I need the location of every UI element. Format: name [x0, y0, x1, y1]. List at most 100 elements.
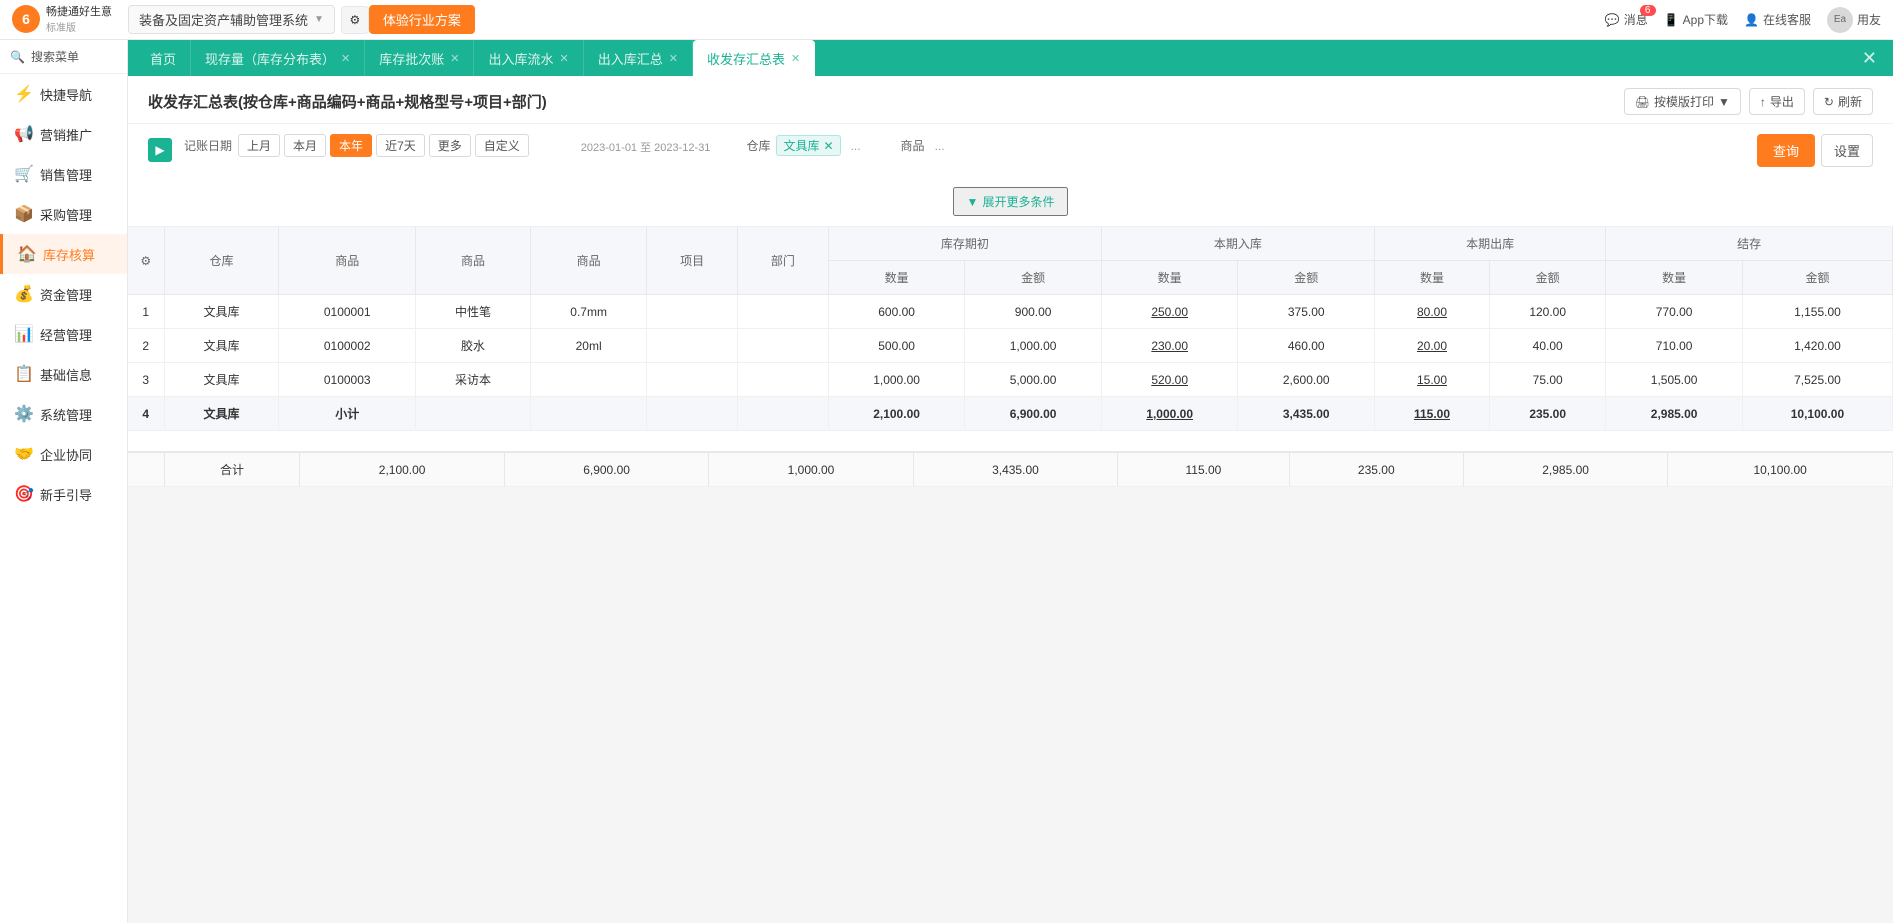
row-spec: 20ml: [530, 329, 646, 363]
sidebar-item-label: 快捷导航: [40, 85, 92, 104]
total-bal-qty: 2,985.00: [1463, 453, 1667, 487]
row-warehouse: 文具库: [164, 329, 279, 363]
top-bar: 6 畅捷通好生意 标准版 装备及固定资产辅助管理系统 ▼ ⚙ 体验行业方案 💬 …: [0, 0, 1893, 40]
print-button[interactable]: 🖨 按模版打印 ▼: [1624, 88, 1741, 115]
app-download-button[interactable]: 📱 App下载: [1664, 11, 1728, 28]
tab-flow[interactable]: 出入库流水 ✕: [474, 40, 583, 76]
tab-close-icon[interactable]: ✕: [669, 52, 678, 65]
tab-close-icon[interactable]: ✕: [560, 52, 569, 65]
avatar: Ea: [1827, 7, 1853, 33]
sidebar-item-xiaoshou[interactable]: 🛒 销售管理: [0, 154, 127, 194]
search-menu-item[interactable]: 🔍 搜索菜单: [0, 40, 127, 74]
row-out-qty[interactable]: 15.00: [1374, 363, 1489, 397]
date-btn-more[interactable]: 更多: [429, 134, 471, 157]
goods-label: 商品: [901, 137, 925, 154]
row-code: 0100003: [279, 363, 416, 397]
filter-toggle-button[interactable]: ▶: [148, 138, 172, 162]
trial-button[interactable]: 体验行业方案: [369, 5, 475, 34]
sidebar-item-xinshou[interactable]: 🎯 新手引导: [0, 474, 127, 514]
row-no: 2: [128, 329, 164, 363]
subtotal-out-amt: 235.00: [1490, 397, 1606, 431]
sidebar-item-label: 系统管理: [40, 405, 92, 424]
sidebar-item-label: 企业协同: [40, 445, 92, 464]
export-button[interactable]: ↑ 导出: [1749, 88, 1805, 115]
query-button[interactable]: 查询: [1757, 134, 1815, 167]
user-profile[interactable]: Ea 用友: [1827, 7, 1881, 33]
expand-conditions-button[interactable]: ▼ 展开更多条件: [953, 187, 1069, 216]
nav-icon: ⚡: [14, 84, 32, 104]
tab-close-icon[interactable]: ✕: [341, 52, 350, 65]
row-out-qty[interactable]: 80.00: [1374, 295, 1489, 329]
tab-close-icon[interactable]: ✕: [791, 52, 800, 65]
th-warehouse: 仓库: [164, 227, 279, 295]
sidebar-item-jingying[interactable]: 📊 经营管理: [0, 314, 127, 354]
date-btn-last-month[interactable]: 上月: [238, 134, 280, 157]
online-service-button[interactable]: 👤 在线客服: [1744, 11, 1811, 28]
warehouse-more-button[interactable]: ...: [847, 139, 865, 153]
total-label: 合计: [164, 453, 300, 487]
export-label: 导出: [1770, 93, 1794, 110]
system-dropdown[interactable]: 装备及固定资产辅助管理系统 ▼: [128, 5, 335, 34]
nav-icon: 💰: [14, 284, 32, 304]
tab-shoufacun[interactable]: 收发存汇总表 ✕: [693, 40, 815, 76]
th-bal-qty: 数量: [1606, 261, 1743, 295]
date-btn-7days[interactable]: 近7天: [376, 134, 425, 157]
online-service-label: 在线客服: [1763, 11, 1811, 28]
system-name-label: 装备及固定资产辅助管理系统: [139, 10, 308, 29]
refresh-label: 刷新: [1838, 93, 1862, 110]
warehouse-tag[interactable]: 文具库 ✕: [776, 135, 840, 156]
refresh-button[interactable]: ↻ 刷新: [1813, 88, 1873, 115]
table-row: 2 文具库 0100002 胶水 20ml 500.00 1,000.00 23…: [128, 329, 1893, 363]
sidebar-item-label: 采购管理: [40, 205, 92, 224]
row-in-qty[interactable]: 520.00: [1101, 363, 1238, 397]
date-btn-this-year[interactable]: 本年: [330, 134, 372, 157]
sidebar-item-xitong[interactable]: ⚙️ 系统管理: [0, 394, 127, 434]
row-bal-qty: 710.00: [1606, 329, 1743, 363]
row-in-qty[interactable]: 250.00: [1101, 295, 1238, 329]
nav-icon: 🏠: [17, 244, 35, 264]
tab-label: 库存批次账: [379, 49, 444, 68]
settings-button[interactable]: 设置: [1821, 134, 1873, 167]
row-in-qty[interactable]: 230.00: [1101, 329, 1238, 363]
gear-button[interactable]: ⚙: [341, 6, 369, 34]
brand-sub: 标准版: [46, 19, 112, 34]
sidebar-item-jichu[interactable]: 📋 基础信息: [0, 354, 127, 394]
date-btn-custom[interactable]: 自定义: [475, 134, 529, 157]
subtotal-in-qty: 1,000.00: [1101, 397, 1238, 431]
sidebar-item-caigou[interactable]: 📦 采购管理: [0, 194, 127, 234]
date-btn-this-month[interactable]: 本月: [284, 134, 326, 157]
tab-home[interactable]: 首页: [136, 40, 191, 76]
total-open-qty: 2,100.00: [300, 453, 504, 487]
subtotal-empty3: [738, 397, 829, 431]
sidebar-item-yingxiao[interactable]: 📢 营销推广: [0, 114, 127, 154]
print-icon: 🖨: [1635, 95, 1650, 109]
message-button[interactable]: 💬 消息 6: [1605, 11, 1648, 28]
row-code: 0100001: [279, 295, 416, 329]
sidebar-item-label: 营销推广: [40, 125, 92, 144]
tab-summary[interactable]: 出入库汇总 ✕: [584, 40, 693, 76]
nav-icon: 📢: [14, 124, 32, 144]
row-bal-qty: 1,505.00: [1606, 363, 1743, 397]
row-bal-amt: 1,155.00: [1742, 295, 1892, 329]
sidebar-item-label: 库存核算: [43, 245, 95, 264]
total-row: 合计 2,100.00 6,900.00 1,000.00 3,435.00 1…: [128, 451, 1893, 487]
subtotal-bal-qty: 2,985.00: [1606, 397, 1743, 431]
row-open-amt: 5,000.00: [965, 363, 1102, 397]
goods-more-button[interactable]: ...: [931, 139, 949, 153]
th-out-group: 本期出库: [1374, 227, 1605, 261]
sidebar-item-kuaijie[interactable]: ⚡ 快捷导航: [0, 74, 127, 114]
subtotal-no: 4: [128, 397, 164, 431]
row-out-qty[interactable]: 20.00: [1374, 329, 1489, 363]
th-project: 项目: [647, 227, 738, 295]
subtotal-bal-amt: 10,100.00: [1742, 397, 1892, 431]
row-project: [647, 295, 738, 329]
tab-stock[interactable]: 现存量（库存分布表） ✕: [191, 40, 365, 76]
sidebar-item-qiye[interactable]: 🤝 企业协同: [0, 434, 127, 474]
warehouse-filter-group: 仓库 文具库 ✕ ...: [746, 135, 864, 156]
tab-batch[interactable]: 库存批次账 ✕: [365, 40, 474, 76]
sidebar-item-kucun[interactable]: 🏠 库存核算: [0, 234, 127, 274]
remove-warehouse-icon[interactable]: ✕: [823, 139, 833, 153]
sidebar-item-zijin[interactable]: 💰 资金管理: [0, 274, 127, 314]
close-all-tabs-button[interactable]: ✕: [1854, 48, 1885, 68]
tab-close-icon[interactable]: ✕: [450, 52, 459, 65]
